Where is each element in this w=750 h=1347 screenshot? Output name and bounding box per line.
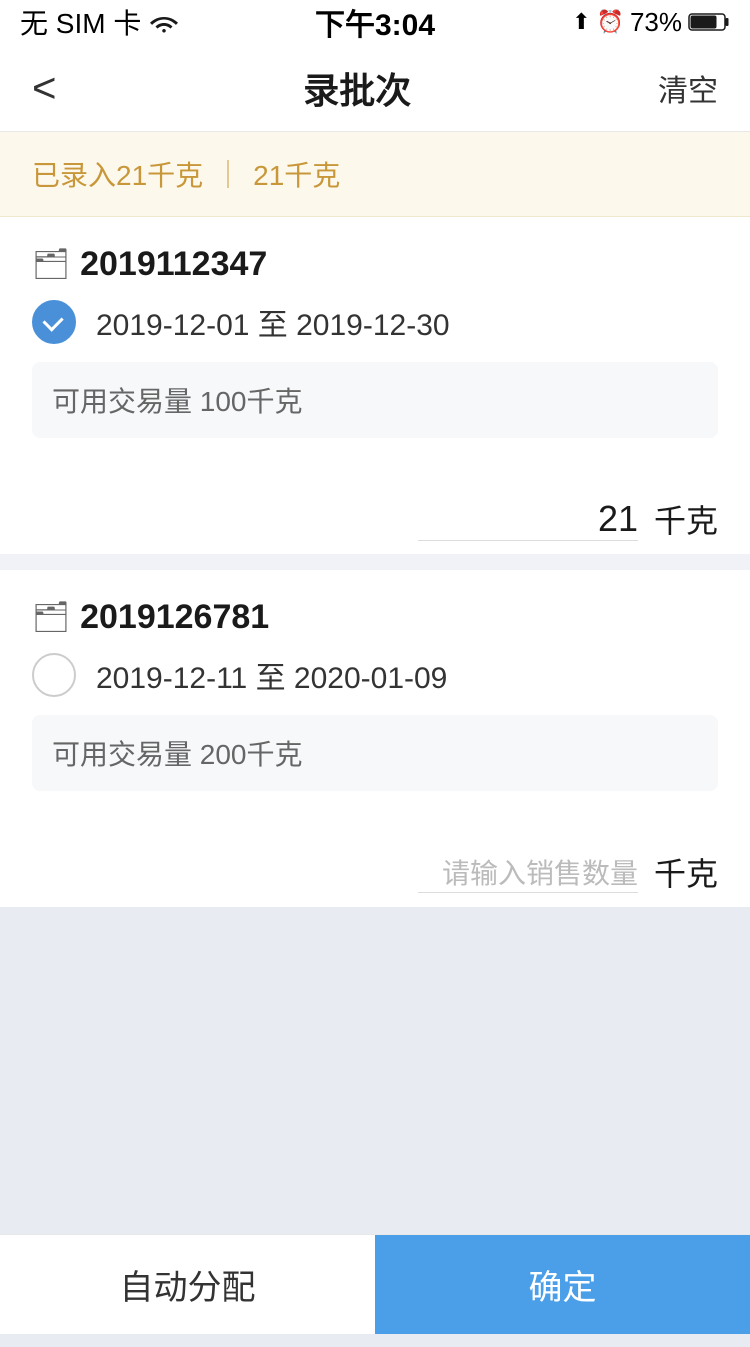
card-id-row-1: 🗂 2019112347 bbox=[32, 245, 718, 284]
amount-unit-2: 千克 bbox=[654, 849, 718, 895]
amount-unit-1: 千克 bbox=[654, 496, 718, 542]
nav-bar: < 录批次 清空 bbox=[0, 44, 750, 132]
wifi-icon bbox=[149, 11, 179, 33]
status-left: 无 SIM 卡 bbox=[20, 2, 179, 42]
battery-text: 73% bbox=[630, 7, 682, 38]
auto-distribute-button[interactable]: 自动分配 bbox=[0, 1235, 375, 1334]
content-area: 🗂 2019112347 2019-12-01 至 2019-12-30 可用交… bbox=[0, 217, 750, 1347]
avail-box-2: 可用交易量 200千克 bbox=[32, 715, 718, 791]
avail-box-1: 可用交易量 100千克 bbox=[32, 362, 718, 438]
batch-id-1: 2019112347 bbox=[80, 245, 267, 284]
amount-row-2: 请输入销售数量 千克 bbox=[0, 829, 750, 907]
batch-card-2: 🗂 2019126781 2019-12-11 至 2020-01-09 可用交… bbox=[0, 570, 750, 829]
info-banner: 已录入21千克 21千克 bbox=[0, 132, 750, 217]
back-button[interactable]: < bbox=[32, 67, 57, 109]
info-divider bbox=[227, 160, 229, 188]
avail-text-1: 可用交易量 100千克 bbox=[52, 386, 303, 417]
carrier-text: 无 SIM 卡 bbox=[20, 2, 141, 42]
recorded-value: 21千克 bbox=[253, 154, 340, 194]
bottom-bar: 自动分配 确定 bbox=[0, 1234, 750, 1334]
recorded-label: 已录入21千克 bbox=[32, 154, 203, 194]
radio-select-1[interactable] bbox=[32, 300, 76, 344]
batch-card-1: 🗂 2019112347 2019-12-01 至 2019-12-30 可用交… bbox=[0, 217, 750, 476]
radio-select-2[interactable] bbox=[32, 653, 76, 697]
amount-input-wrapper-2: 请输入销售数量 bbox=[418, 852, 638, 893]
amount-underline-1 bbox=[418, 540, 638, 541]
amount-input-wrapper-1: 21 bbox=[418, 498, 638, 541]
status-bar: 无 SIM 卡 下午3:04 ⬆ ⏰ 73% bbox=[0, 0, 750, 44]
confirm-button[interactable]: 确定 bbox=[375, 1235, 750, 1334]
clear-button[interactable]: 清空 bbox=[658, 66, 718, 110]
card-date-row-1: 2019-12-01 至 2019-12-30 bbox=[32, 300, 718, 344]
amount-placeholder-2[interactable]: 请输入销售数量 bbox=[442, 852, 638, 892]
alarm-icon: ⏰ bbox=[597, 9, 624, 35]
status-right: ⬆ ⏰ 73% bbox=[572, 7, 730, 38]
status-time: 下午3:04 bbox=[315, 0, 435, 44]
batch-icon-2: 🗂 bbox=[32, 600, 70, 635]
card-id-row-2: 🗂 2019126781 bbox=[32, 598, 718, 637]
location-icon: ⬆ bbox=[572, 9, 590, 35]
batch-date-1: 2019-12-01 至 2019-12-30 bbox=[96, 300, 450, 344]
batch-icon-1: 🗂 bbox=[32, 247, 70, 282]
section-divider bbox=[0, 554, 750, 570]
amount-row-1: 21 千克 bbox=[0, 476, 750, 554]
page-title: 录批次 bbox=[303, 62, 411, 114]
avail-text-2: 可用交易量 200千克 bbox=[52, 739, 303, 770]
card-date-row-2: 2019-12-11 至 2020-01-09 bbox=[32, 653, 718, 697]
battery-icon bbox=[688, 12, 730, 32]
batch-date-2: 2019-12-11 至 2020-01-09 bbox=[96, 653, 447, 697]
amount-underline-2 bbox=[418, 892, 638, 893]
batch-id-2: 2019126781 bbox=[80, 598, 269, 637]
amount-value-1[interactable]: 21 bbox=[598, 498, 638, 540]
